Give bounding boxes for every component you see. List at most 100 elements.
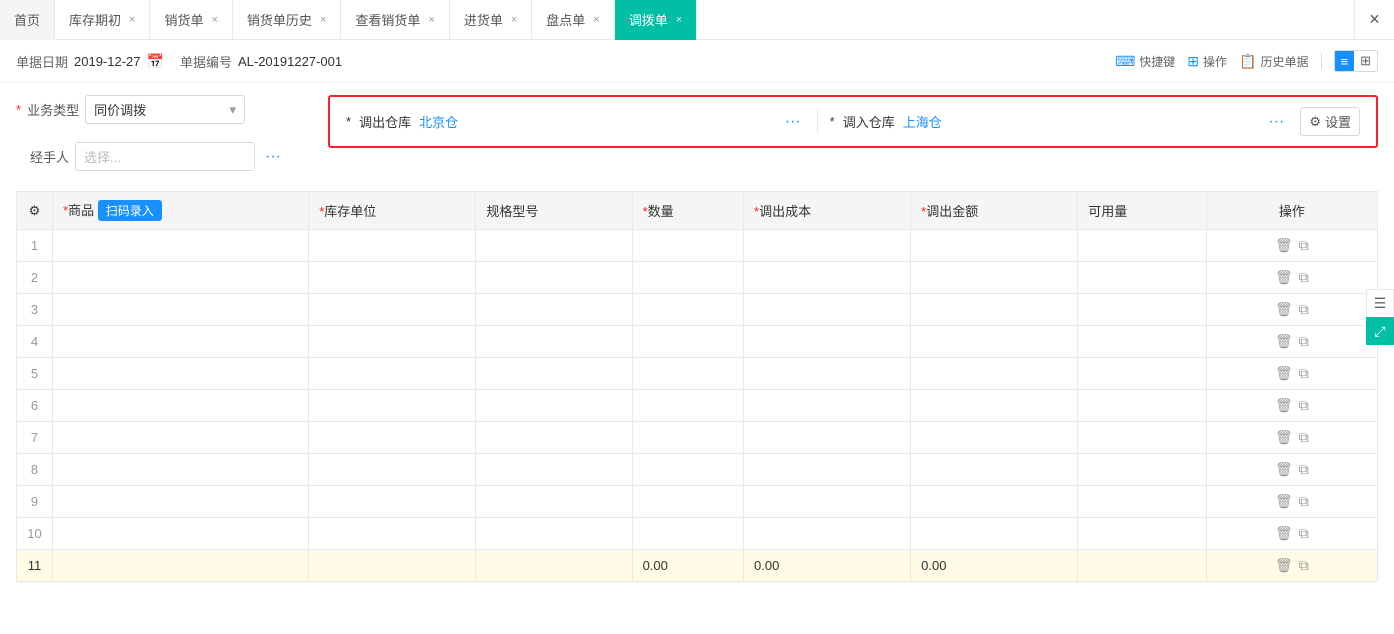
unit-cell[interactable] xyxy=(309,518,476,550)
tab-inventory[interactable]: 盘点单 × xyxy=(532,0,614,40)
unit-cell[interactable] xyxy=(309,422,476,454)
cost-cell[interactable] xyxy=(744,486,911,518)
product-cell[interactable] xyxy=(53,326,309,358)
manager-input[interactable]: 选择... xyxy=(75,142,255,171)
amount-cell[interactable] xyxy=(911,326,1078,358)
unit-cell[interactable] xyxy=(309,454,476,486)
tab-close-inventory[interactable]: × xyxy=(593,14,599,26)
history-button[interactable]: 📋 历史单据 xyxy=(1239,53,1308,70)
spec-cell[interactable] xyxy=(476,486,632,518)
unit-cell[interactable] xyxy=(309,262,476,294)
spec-cell[interactable] xyxy=(476,294,632,326)
delete-icon[interactable]: 🗑 xyxy=(1275,429,1293,446)
product-cell[interactable] xyxy=(53,262,309,294)
shortcut-button[interactable]: ⌨ 快捷键 xyxy=(1115,53,1175,70)
copy-icon[interactable]: ⧉ xyxy=(1299,237,1309,254)
copy-icon[interactable]: ⧉ xyxy=(1299,333,1309,350)
product-cell[interactable] xyxy=(53,454,309,486)
settings-button[interactable]: ⚙ 设置 xyxy=(1300,107,1360,136)
product-cell[interactable] xyxy=(53,422,309,454)
product-cell[interactable] xyxy=(53,518,309,550)
product-cell[interactable] xyxy=(53,230,309,262)
tab-sales-history[interactable]: 销货单历史 × xyxy=(233,0,341,40)
amount-cell[interactable] xyxy=(911,230,1078,262)
tab-close-transfer[interactable]: × xyxy=(676,14,682,26)
product-cell[interactable] xyxy=(53,486,309,518)
copy-icon[interactable]: ⧉ xyxy=(1299,301,1309,318)
tab-view-sales[interactable]: 查看销货单 × xyxy=(341,0,449,40)
spec-cell[interactable] xyxy=(476,230,632,262)
business-type-select[interactable]: 同价调拨 ▾ xyxy=(85,95,245,124)
grid-view-button[interactable]: ⊞ xyxy=(1354,51,1377,71)
spec-cell[interactable] xyxy=(476,422,632,454)
gear-column-header[interactable]: ⚙ xyxy=(17,192,53,230)
qty-cell[interactable] xyxy=(632,422,743,454)
tab-close-stock-init[interactable]: × xyxy=(129,14,135,26)
sidebar-list-button[interactable]: ☰ xyxy=(1366,289,1394,317)
copy-icon[interactable]: ⧉ xyxy=(1299,269,1309,286)
delete-icon[interactable]: 🗑 xyxy=(1275,237,1293,254)
tab-stock-init[interactable]: 库存期初 × xyxy=(55,0,150,40)
spec-cell[interactable] xyxy=(476,454,632,486)
unit-cell[interactable] xyxy=(309,294,476,326)
copy-icon[interactable]: ⧉ xyxy=(1299,429,1309,446)
unit-cell[interactable] xyxy=(309,486,476,518)
qty-cell[interactable] xyxy=(632,486,743,518)
delete-icon[interactable]: 🗑 xyxy=(1275,301,1293,318)
unit-cell[interactable] xyxy=(309,358,476,390)
cost-cell[interactable] xyxy=(744,230,911,262)
cost-cell[interactable] xyxy=(744,326,911,358)
delete-icon[interactable]: 🗑 xyxy=(1275,461,1293,478)
qty-cell[interactable] xyxy=(632,358,743,390)
window-close-button[interactable]: × xyxy=(1354,0,1394,40)
unit-cell[interactable] xyxy=(309,326,476,358)
warehouse-out-more-button[interactable]: ··· xyxy=(781,113,805,131)
copy-icon[interactable]: ⧉ xyxy=(1299,493,1309,510)
spec-cell[interactable] xyxy=(476,326,632,358)
product-cell[interactable] xyxy=(53,550,309,582)
copy-icon[interactable]: ⧉ xyxy=(1299,397,1309,414)
qty-cell[interactable] xyxy=(632,294,743,326)
operate-button[interactable]: ⊞ 操作 xyxy=(1187,53,1227,70)
product-cell[interactable] xyxy=(53,358,309,390)
qty-cell[interactable] xyxy=(632,230,743,262)
cost-cell[interactable] xyxy=(744,518,911,550)
cost-cell[interactable] xyxy=(744,262,911,294)
copy-icon[interactable]: ⧉ xyxy=(1299,461,1309,478)
spec-cell[interactable] xyxy=(476,358,632,390)
qty-cell[interactable] xyxy=(632,262,743,294)
product-cell[interactable] xyxy=(53,390,309,422)
tab-home[interactable]: 首页 xyxy=(0,0,55,40)
tab-purchase[interactable]: 进货单 × xyxy=(450,0,532,40)
scan-button[interactable]: 扫码录入 xyxy=(98,200,162,221)
warehouse-out-value[interactable]: 北京仓 xyxy=(419,112,458,131)
tab-close-purchase[interactable]: × xyxy=(511,14,517,26)
qty-cell[interactable] xyxy=(632,454,743,486)
warehouse-in-more-button[interactable]: ··· xyxy=(1264,113,1288,131)
calendar-icon[interactable]: 📅 xyxy=(147,53,164,70)
delete-icon[interactable]: 🗑 xyxy=(1275,333,1293,350)
amount-cell[interactable] xyxy=(911,422,1078,454)
tab-close-view-sales[interactable]: × xyxy=(428,14,434,26)
cost-cell[interactable] xyxy=(744,390,911,422)
warehouse-in-value[interactable]: 上海仓 xyxy=(903,112,942,131)
copy-icon[interactable]: ⧉ xyxy=(1299,365,1309,382)
qty-cell[interactable] xyxy=(632,518,743,550)
tab-transfer[interactable]: 调拨单 × xyxy=(615,0,697,40)
spec-cell[interactable] xyxy=(476,518,632,550)
spec-cell[interactable] xyxy=(476,390,632,422)
delete-icon[interactable]: 🗑 xyxy=(1275,557,1293,574)
cost-cell[interactable] xyxy=(744,294,911,326)
copy-icon[interactable]: ⧉ xyxy=(1299,525,1309,542)
spec-cell[interactable] xyxy=(476,262,632,294)
product-cell[interactable] xyxy=(53,294,309,326)
unit-cell[interactable] xyxy=(309,390,476,422)
amount-cell[interactable] xyxy=(911,262,1078,294)
delete-icon[interactable]: 🗑 xyxy=(1275,269,1293,286)
tab-close-sales-history[interactable]: × xyxy=(320,14,326,26)
qty-cell[interactable] xyxy=(632,390,743,422)
list-view-button[interactable]: ≡ xyxy=(1335,51,1355,71)
amount-cell[interactable] xyxy=(911,518,1078,550)
tab-close-sales-order[interactable]: × xyxy=(211,14,217,26)
amount-cell[interactable] xyxy=(911,390,1078,422)
